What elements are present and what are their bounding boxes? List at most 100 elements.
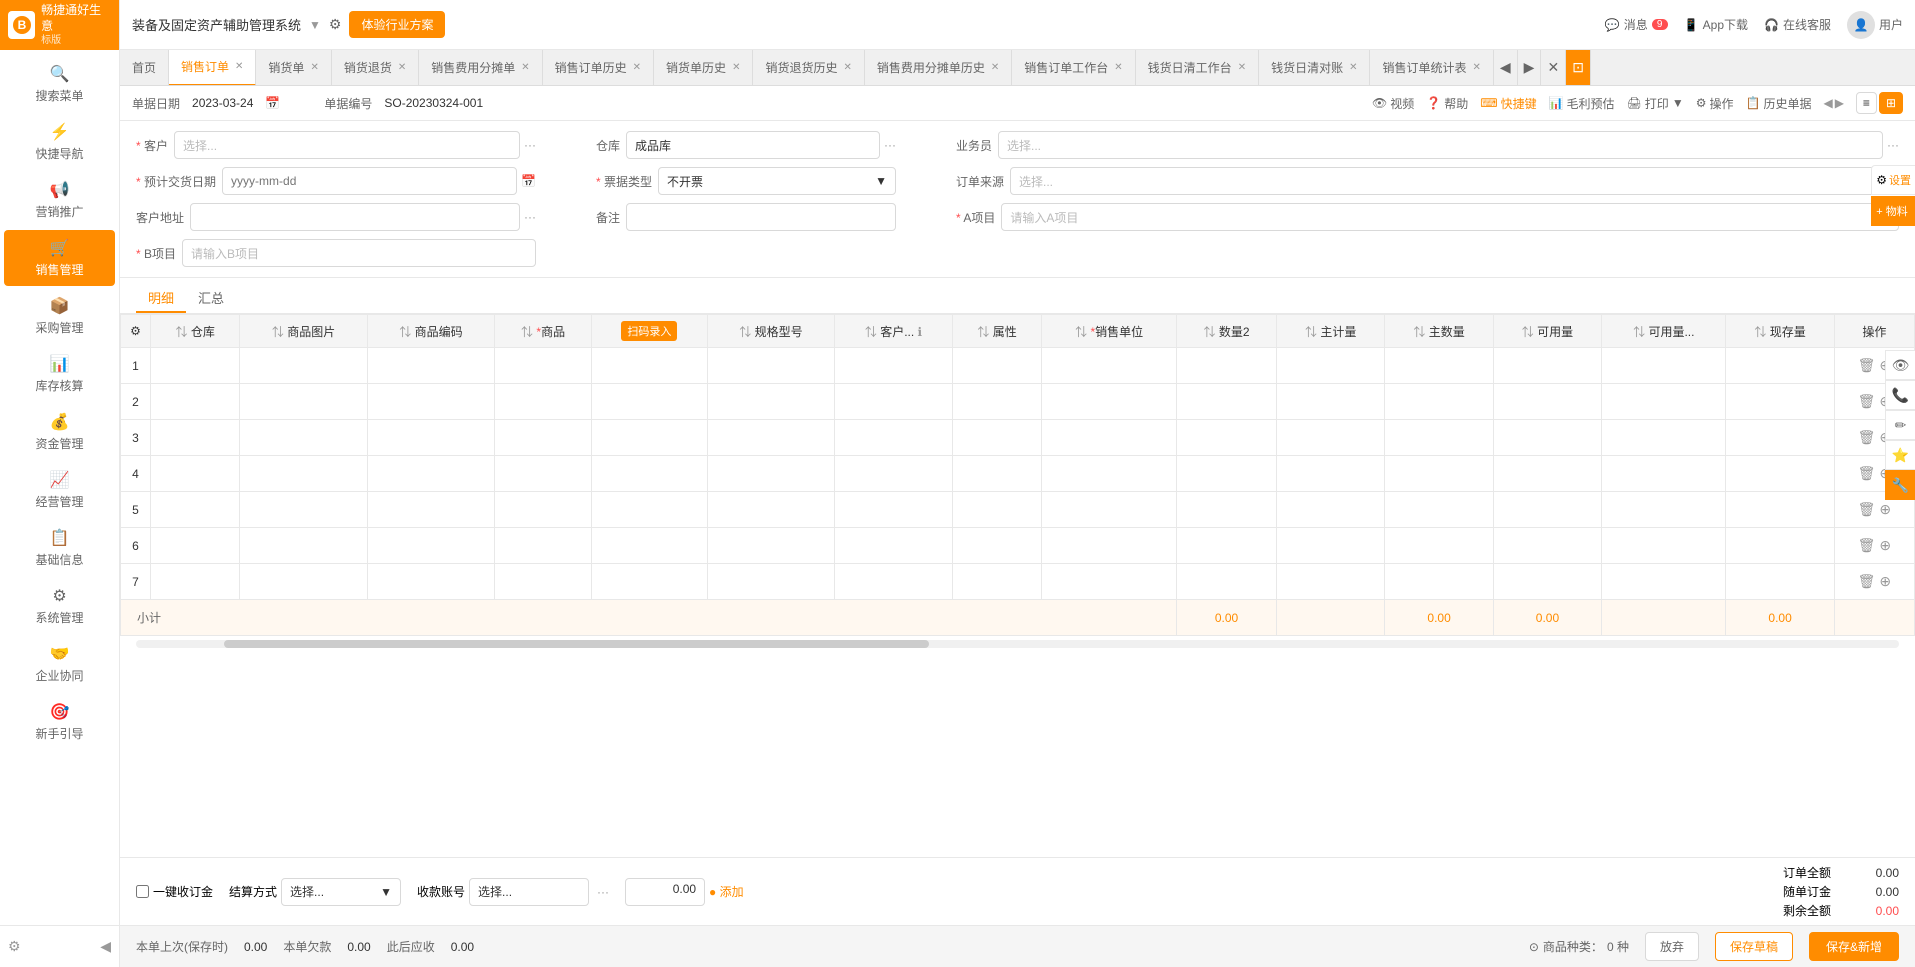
- th-customer-code[interactable]: ⇅ 客户... ℹ: [835, 315, 953, 348]
- discard-btn[interactable]: 放弃: [1645, 932, 1699, 961]
- tab-sales-delivery-history[interactable]: 销货单历史 ✕: [654, 50, 753, 86]
- sidebar-item-basic-info[interactable]: 📋 基础信息: [4, 520, 115, 576]
- order-source-input[interactable]: 选择...: [1010, 167, 1883, 195]
- available2-sort-icon[interactable]: ⇅: [1633, 325, 1645, 339]
- customer-code-info-icon[interactable]: ℹ: [918, 325, 923, 339]
- tab-sales-workbench-close[interactable]: ✕: [1114, 62, 1122, 73]
- tab-more-btn[interactable]: ✕: [1541, 50, 1566, 86]
- account-select[interactable]: 选择...: [469, 878, 589, 906]
- settings-btn[interactable]: ⚙ 设置: [1871, 165, 1915, 195]
- tab-daily-reconcile-close[interactable]: ✕: [1349, 62, 1357, 73]
- sidebar-item-guide[interactable]: 🎯 新手引导: [4, 694, 115, 750]
- tab-home[interactable]: 首页: [120, 50, 169, 86]
- row-delete-icon-3[interactable]: 🗑: [1858, 429, 1876, 446]
- float-tool-btn[interactable]: 🔧: [1885, 470, 1915, 500]
- tab-sales-expense-close[interactable]: ✕: [521, 62, 529, 73]
- code-sort-icon[interactable]: ⇅: [399, 325, 411, 339]
- staff-more-icon[interactable]: ···: [1887, 138, 1899, 152]
- tab-sales-delivery-close[interactable]: ✕: [310, 62, 318, 73]
- delivery-calendar-icon[interactable]: 📅: [521, 174, 536, 188]
- add-material-btn[interactable]: + 物料: [1871, 196, 1915, 226]
- available-sort-icon[interactable]: ⇅: [1522, 325, 1534, 339]
- th-available2[interactable]: ⇅ 可用量...: [1602, 315, 1726, 348]
- th-main-unit[interactable]: ⇅ 主计量: [1276, 315, 1384, 348]
- b-project-input[interactable]: 请输入B项目: [182, 239, 536, 267]
- sidebar-settings-btn[interactable]: ⚙: [4, 934, 25, 959]
- float-star-btn[interactable]: ⭐: [1885, 440, 1915, 470]
- scan-btn[interactable]: 扫码录入: [621, 321, 677, 341]
- tab-sales-order-close[interactable]: ✕: [235, 61, 243, 72]
- a-project-input[interactable]: 请输入A项目: [1001, 203, 1899, 231]
- tab-next-btn[interactable]: ▶: [1518, 50, 1542, 86]
- invoice-type-select[interactable]: 不开票 ▼: [658, 167, 896, 195]
- customer-addr-more-icon[interactable]: ···: [524, 210, 536, 224]
- row-copy-icon-7[interactable]: ⊕: [1879, 573, 1891, 590]
- sidebar-item-marketing[interactable]: 📢 营销推广: [4, 172, 115, 228]
- row-copy-icon-6[interactable]: ⊕: [1879, 537, 1891, 554]
- attr-sort-icon[interactable]: ⇅: [977, 325, 989, 339]
- tab-sales-report-close[interactable]: ✕: [1473, 62, 1481, 73]
- th-main-qty[interactable]: ⇅ 主数量: [1385, 315, 1493, 348]
- save-draft-btn[interactable]: 保存草稿: [1715, 932, 1793, 961]
- float-phone-btn[interactable]: 📞: [1885, 380, 1915, 410]
- stock-sort-icon[interactable]: ⇅: [1754, 325, 1766, 339]
- sidebar-item-inventory[interactable]: 📊 库存核算: [4, 346, 115, 402]
- user-menu[interactable]: 👤 用户: [1847, 11, 1903, 39]
- layout-list-btn[interactable]: ≡: [1856, 92, 1877, 114]
- profit-btn[interactable]: 📊 毛利预估: [1549, 95, 1615, 112]
- customer-more-icon[interactable]: ···: [524, 138, 536, 152]
- sidebar-item-operations[interactable]: 📈 经营管理: [4, 462, 115, 518]
- sidebar-collapse-btn[interactable]: ◀: [96, 934, 115, 959]
- warehouse-sort-icon[interactable]: ⇅: [176, 325, 188, 339]
- staff-input[interactable]: 选择...: [998, 131, 1883, 159]
- tab-sales-workbench[interactable]: 销售订单工作台 ✕: [1012, 50, 1135, 86]
- horizontal-scrollbar[interactable]: [120, 636, 1915, 652]
- th-available[interactable]: ⇅ 可用量: [1493, 315, 1601, 348]
- float-edit-btn[interactable]: ✏: [1885, 410, 1915, 440]
- online-service-btn[interactable]: 🎧 在线客服: [1764, 16, 1831, 33]
- tab-sales-return-history-close[interactable]: ✕: [843, 62, 851, 73]
- sidebar-item-sales[interactable]: 🛒 销售管理: [4, 230, 115, 286]
- history-btn[interactable]: 📋 历史单据: [1745, 95, 1811, 112]
- sidebar-item-finance[interactable]: 💰 资金管理: [4, 404, 115, 460]
- img-sort-icon[interactable]: ⇅: [272, 325, 284, 339]
- remark-input[interactable]: [626, 203, 896, 231]
- layout-grid-btn[interactable]: ⊞: [1879, 92, 1903, 114]
- app-download-btn[interactable]: 📱 App下载: [1684, 16, 1748, 33]
- tab-sales-report[interactable]: 销售订单统计表 ✕: [1370, 50, 1493, 86]
- customer-input[interactable]: 选择...: [174, 131, 520, 159]
- customer-code-sort-icon[interactable]: ⇅: [865, 325, 877, 339]
- tab-sales-order[interactable]: 销售订单 ✕: [169, 50, 256, 86]
- amount-input[interactable]: 0.00: [625, 878, 705, 906]
- tab-sales-order-history[interactable]: 销售订单历史 ✕: [543, 50, 654, 86]
- tab-sales-return-close[interactable]: ✕: [398, 62, 406, 73]
- tab-summary[interactable]: 汇总: [186, 284, 236, 313]
- tab-sales-order-history-close[interactable]: ✕: [633, 62, 641, 73]
- qty2-sort-icon[interactable]: ⇅: [1204, 325, 1216, 339]
- add-amount-btn[interactable]: ● 添加: [709, 883, 744, 900]
- tab-daily-workbench[interactable]: 钱货日清工作台 ✕: [1136, 50, 1259, 86]
- row-delete-icon-2[interactable]: 🗑: [1858, 393, 1876, 410]
- tab-detail[interactable]: 明细: [136, 284, 186, 313]
- th-settings[interactable]: ⚙: [121, 315, 151, 348]
- main-qty-sort-icon[interactable]: ⇅: [1413, 325, 1425, 339]
- sidebar-item-purchase[interactable]: 📦 采购管理: [4, 288, 115, 344]
- sidebar-item-system[interactable]: ⚙ 系统管理: [4, 578, 115, 634]
- th-spec[interactable]: ⇅ 规格型号: [707, 315, 834, 348]
- one-click-checkbox-label[interactable]: 一键收订金: [136, 883, 213, 900]
- print-btn[interactable]: 🖨 打印 ▼: [1627, 95, 1684, 112]
- settings-icon[interactable]: ⚙: [329, 16, 342, 33]
- main-unit-sort-icon[interactable]: ⇅: [1305, 325, 1317, 339]
- unit-sort-icon[interactable]: ⇅: [1075, 325, 1087, 339]
- tab-sales-return[interactable]: 销货退货 ✕: [332, 50, 419, 86]
- message-btn[interactable]: 💬 消息 9: [1605, 16, 1668, 33]
- th-code[interactable]: ⇅ 商品编码: [367, 315, 494, 348]
- tab-sales-expense-history[interactable]: 销售费用分摊单历史 ✕: [865, 50, 1012, 86]
- th-warehouse[interactable]: ⇅ 仓库: [151, 315, 240, 348]
- customer-addr-input[interactable]: [190, 203, 520, 231]
- row-delete-icon-5[interactable]: 🗑: [1858, 501, 1876, 518]
- calendar-icon[interactable]: 📅: [265, 96, 280, 110]
- help-btn[interactable]: ❓ 帮助: [1426, 95, 1468, 112]
- delivery-date-input[interactable]: [222, 167, 517, 195]
- row-delete-icon-1[interactable]: 🗑: [1858, 357, 1876, 374]
